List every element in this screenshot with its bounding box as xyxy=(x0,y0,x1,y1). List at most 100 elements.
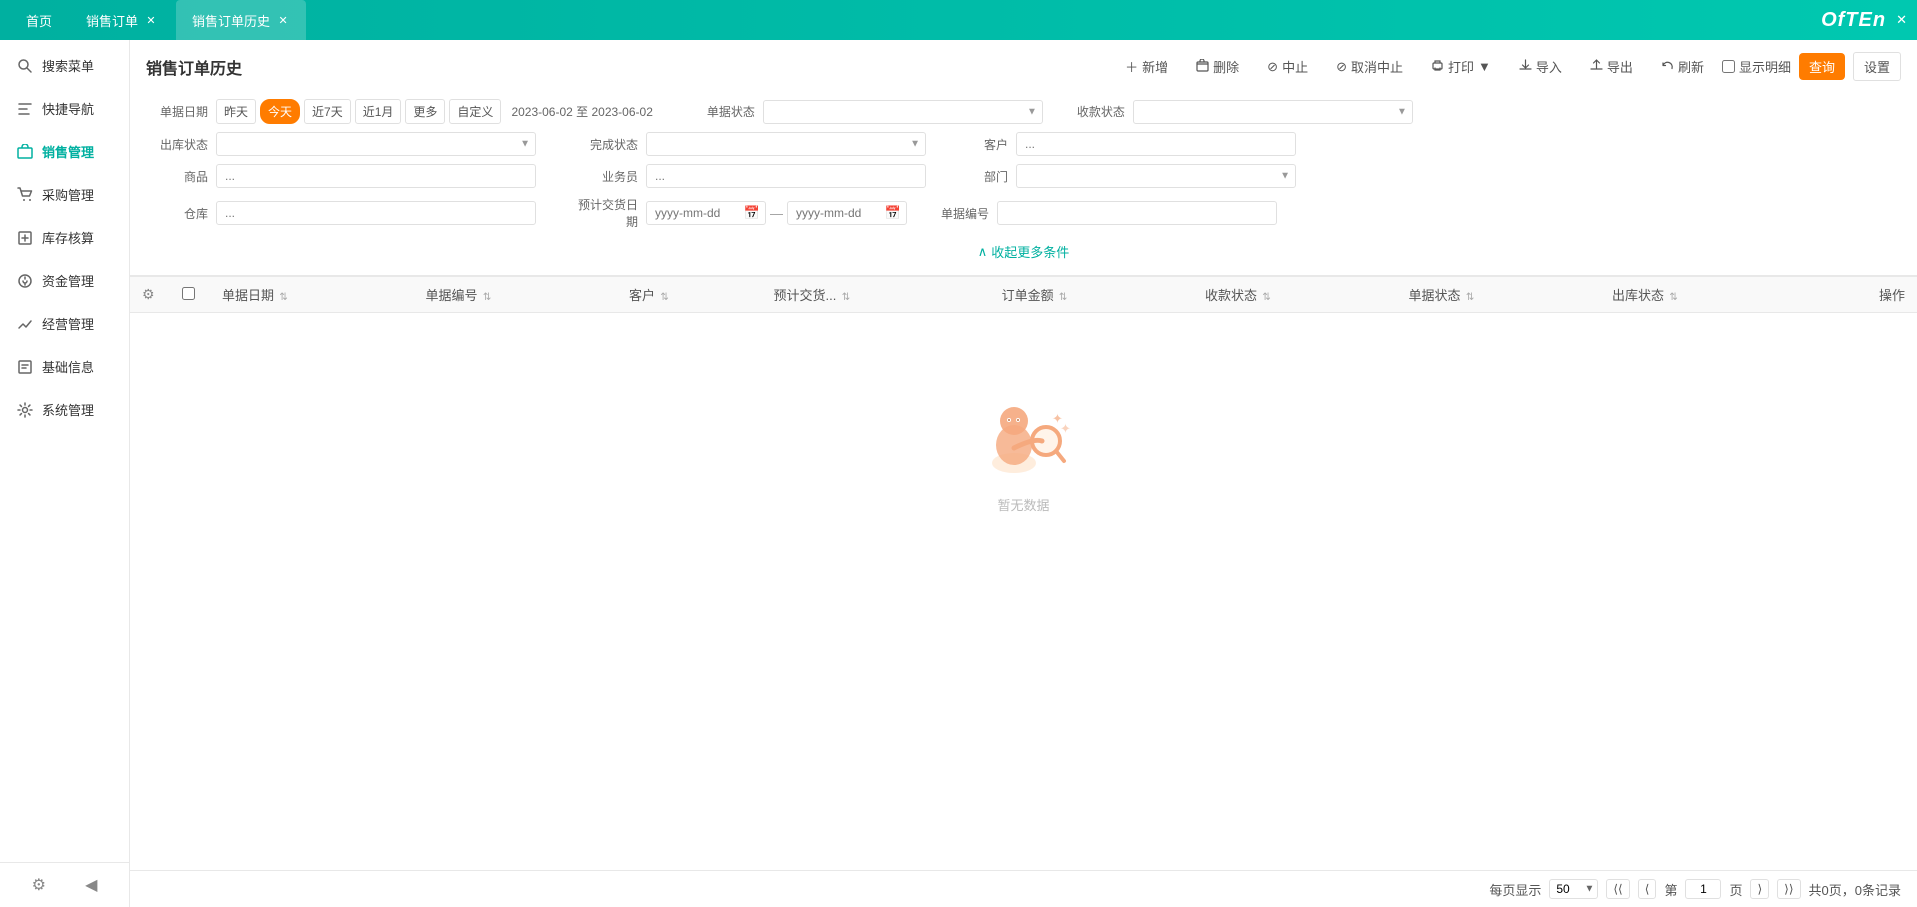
sidebar-label-purchase-mgmt: 采购管理 xyxy=(42,185,94,204)
display-detail-checkbox-wrapper[interactable]: 显示明细 xyxy=(1722,57,1791,76)
prev-page-btn[interactable]: ⟨ xyxy=(1638,879,1657,899)
sidebar-item-purchase-mgmt[interactable]: 采购管理 xyxy=(0,173,129,216)
customer-input[interactable] xyxy=(1016,132,1296,156)
page-number-input[interactable] xyxy=(1685,879,1721,899)
sidebar-item-operations-mgmt[interactable]: 经营管理 xyxy=(0,302,129,345)
operations-mgmt-icon xyxy=(16,315,34,333)
last-page-btn[interactable]: ⟩⟩ xyxy=(1777,879,1800,899)
table-settings-icon[interactable]: ⚙ xyxy=(142,286,155,302)
th-date-label: 单据日期 xyxy=(222,288,274,303)
th-amount-sort[interactable]: ⇅ xyxy=(1059,292,1067,303)
date-btn-last7days[interactable]: 近7天 xyxy=(304,99,351,124)
page-header: 销售订单历史 ＋ 新增 删除 ⊘ 中止 ⊘ 取消中 xyxy=(130,40,1917,89)
query-label: 查询 xyxy=(1809,57,1835,76)
sidebar-item-quick-nav[interactable]: 快捷导航 xyxy=(0,87,129,130)
outbound-select[interactable] xyxy=(216,132,536,156)
stop-button[interactable]: ⊘ 中止 xyxy=(1257,53,1318,80)
th-receipt-status-label: 收款状态 xyxy=(1205,288,1257,303)
sidebar-item-sales-mgmt[interactable]: 销售管理 xyxy=(0,130,129,173)
sidebar-collapse-icon[interactable]: ◀ xyxy=(85,875,97,895)
query-button[interactable]: 查询 xyxy=(1799,53,1845,80)
sidebar-item-inventory-calc[interactable]: 库存核算 xyxy=(0,216,129,259)
quick-nav-icon xyxy=(16,100,34,118)
search-menu-icon xyxy=(16,57,34,75)
status-select[interactable] xyxy=(763,100,1043,124)
order-no-control xyxy=(997,201,1277,225)
tab-home-label: 首页 xyxy=(26,11,52,30)
sidebar-settings-icon[interactable]: ⚙ xyxy=(32,875,46,895)
dept-select[interactable] xyxy=(1016,164,1296,188)
refresh-button[interactable]: 刷新 xyxy=(1651,53,1714,80)
refresh-label: 刷新 xyxy=(1678,57,1704,76)
select-all-checkbox[interactable] xyxy=(182,287,195,300)
salesperson-input[interactable] xyxy=(646,164,926,188)
next-page-btn[interactable]: ⟩ xyxy=(1750,879,1769,899)
th-customer: 客户 ⇅ xyxy=(617,277,762,313)
dept-label: 部门 xyxy=(946,168,1016,185)
add-button[interactable]: ＋ 新增 xyxy=(1115,53,1178,80)
display-detail-label: 显示明细 xyxy=(1739,57,1791,76)
date-btn-yesterday[interactable]: 昨天 xyxy=(216,99,256,124)
th-customer-sort[interactable]: ⇅ xyxy=(660,292,668,303)
calendar-end-icon[interactable]: 📅 xyxy=(885,205,901,221)
sidebar: 搜索菜单 快捷导航 销售管理 采购管理 库存核算 xyxy=(0,40,130,907)
collapse-bar[interactable]: ∧ 收起更多条件 xyxy=(146,238,1901,265)
print-icon xyxy=(1431,59,1444,75)
sidebar-item-search-menu[interactable]: 搜索菜单 xyxy=(0,44,129,87)
tab-home[interactable]: 首页 xyxy=(10,0,68,40)
date-btn-today[interactable]: 今天 xyxy=(260,99,300,124)
th-bill-status: 单据状态 ⇅ xyxy=(1397,277,1600,313)
tab-sales-order-history-close[interactable]: ✕ xyxy=(276,13,290,27)
sidebar-item-capital-mgmt[interactable]: 资金管理 xyxy=(0,259,129,302)
th-delivery-date-sort[interactable]: ⇅ xyxy=(842,292,850,303)
th-delivery-date-label: 预计交货... xyxy=(774,288,837,303)
footer-bar: 每页显示 10 20 50 100 ▼ ⟨⟨ ⟨ 第 页 ⟩ ⟩⟩ 共0页，0条… xyxy=(130,870,1917,907)
tab-sales-order-close[interactable]: ✕ xyxy=(144,13,158,27)
salesperson-label: 业务员 xyxy=(576,168,646,185)
date-btn-last1month[interactable]: 近1月 xyxy=(355,99,402,124)
top-bar-close-btn[interactable]: ✕ xyxy=(1896,12,1907,28)
sidebar-label-search-menu: 搜索菜单 xyxy=(42,56,94,75)
sidebar-item-basic-info[interactable]: 基础信息 xyxy=(0,345,129,388)
first-page-btn[interactable]: ⟨⟨ xyxy=(1606,879,1629,899)
settings-button[interactable]: 设置 xyxy=(1853,52,1901,81)
page-size-select[interactable]: 10 20 50 100 xyxy=(1549,879,1598,899)
th-order-no-sort[interactable]: ⇅ xyxy=(483,292,491,303)
date-btn-more[interactable]: 更多 xyxy=(405,99,445,124)
completion-select[interactable] xyxy=(646,132,926,156)
chevron-up-icon: ∧ xyxy=(978,244,988,260)
date-range-dash: — xyxy=(770,206,783,221)
import-button[interactable]: 导入 xyxy=(1509,53,1572,80)
warehouse-input[interactable] xyxy=(216,201,536,225)
receipt-status-select[interactable] xyxy=(1133,100,1413,124)
date-btn-custom[interactable]: 自定义 xyxy=(449,99,501,124)
tab-sales-order[interactable]: 销售订单 ✕ xyxy=(70,0,174,40)
th-bill-status-sort[interactable]: ⇅ xyxy=(1466,292,1474,303)
tab-sales-order-label: 销售订单 xyxy=(86,11,138,30)
page-size-label: 每页显示 xyxy=(1489,880,1541,899)
delete-icon xyxy=(1196,59,1209,75)
cancel-stop-button[interactable]: ⊘ 取消中止 xyxy=(1326,53,1413,80)
display-detail-checkbox[interactable] xyxy=(1722,60,1735,73)
sales-mgmt-icon xyxy=(16,143,34,161)
outbound-control: ▼ xyxy=(216,132,536,156)
order-no-input[interactable] xyxy=(997,201,1277,225)
th-outbound-status: 出库状态 ⇅ xyxy=(1600,277,1803,313)
delivery-end-control: 📅 xyxy=(787,201,907,225)
capital-mgmt-icon xyxy=(16,272,34,290)
th-date-sort[interactable]: ⇅ xyxy=(279,292,287,303)
th-outbound-status-sort[interactable]: ⇅ xyxy=(1669,292,1677,303)
calendar-start-icon[interactable]: 📅 xyxy=(744,205,760,221)
export-button[interactable]: 导出 xyxy=(1580,53,1643,80)
cancel-stop-icon: ⊘ xyxy=(1336,59,1347,75)
tab-sales-order-history[interactable]: 销售订单历史 ✕ xyxy=(176,0,306,40)
product-control xyxy=(216,164,536,188)
product-input[interactable] xyxy=(216,164,536,188)
sidebar-item-system-mgmt[interactable]: 系统管理 xyxy=(0,388,129,431)
delete-button[interactable]: 删除 xyxy=(1186,53,1249,80)
th-receipt-status-sort[interactable]: ⇅ xyxy=(1262,292,1270,303)
page-unit: 页 xyxy=(1729,880,1742,899)
th-outbound-status-label: 出库状态 xyxy=(1612,288,1664,303)
export-label: 导出 xyxy=(1607,57,1633,76)
print-button[interactable]: 打印 ▼ xyxy=(1421,53,1501,80)
